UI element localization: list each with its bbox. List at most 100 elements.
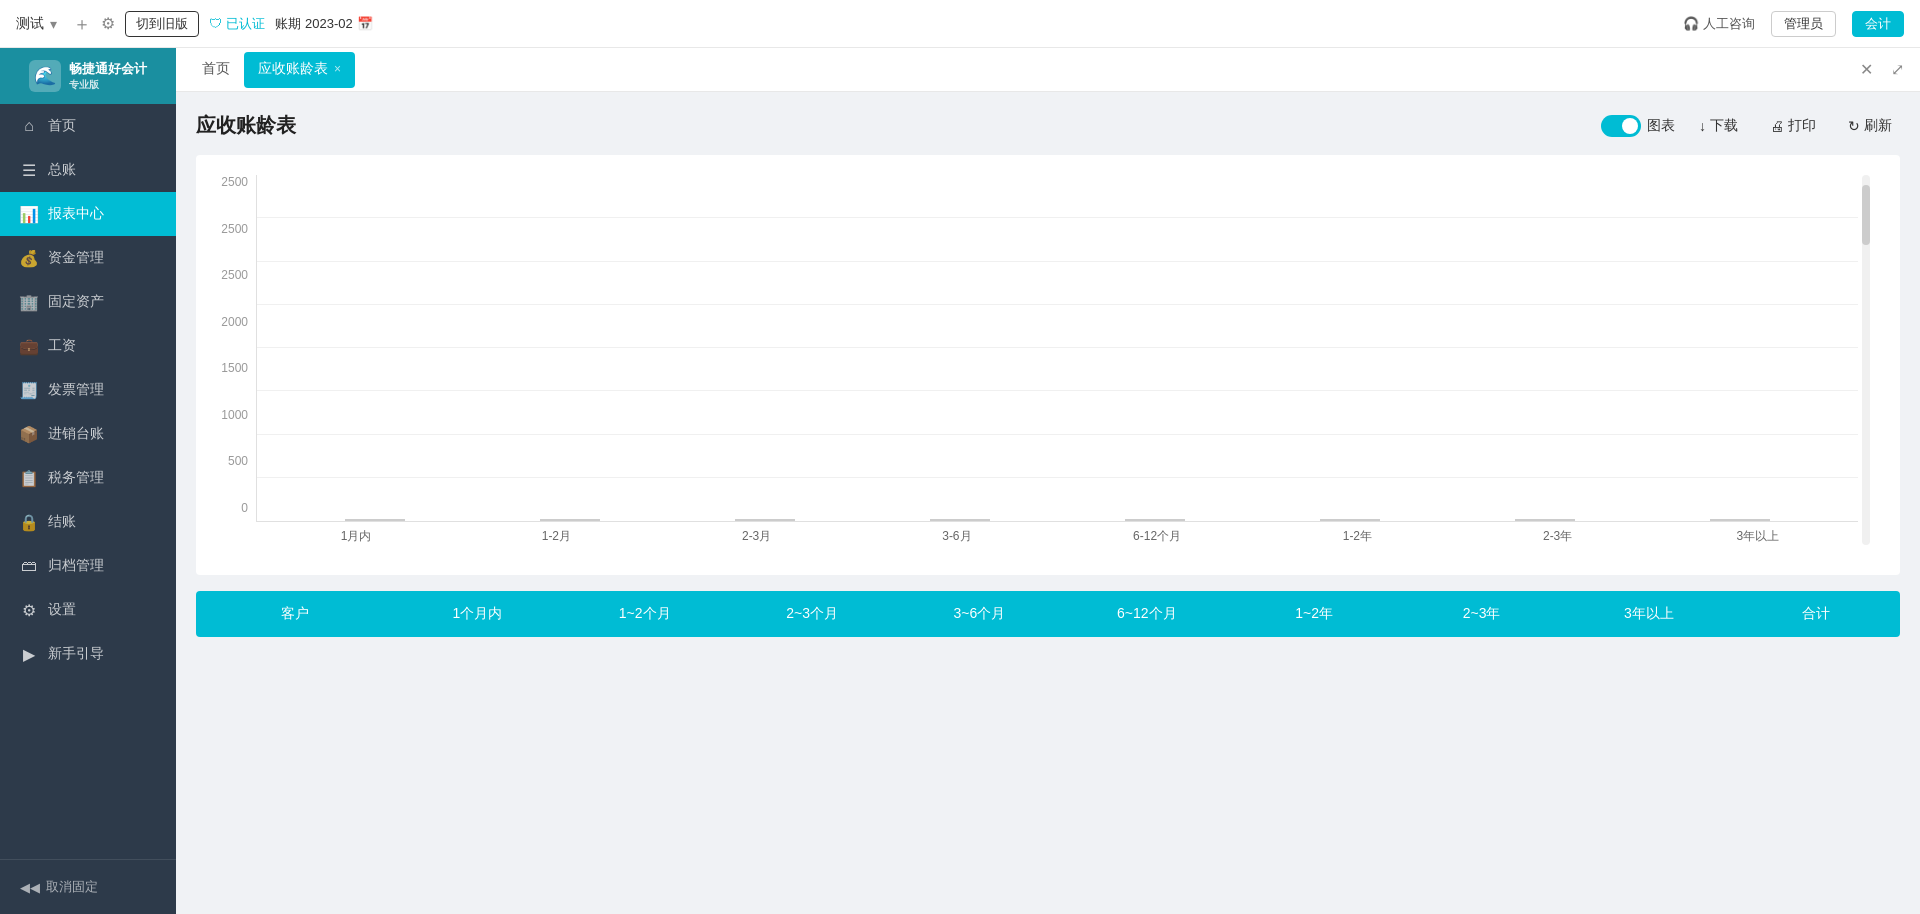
period-selector[interactable]: 账期 2023-02 📅 (275, 15, 373, 33)
accountant-button[interactable]: 会计 (1852, 11, 1904, 37)
sidebar-item-home[interactable]: ⌂ 首页 (0, 104, 176, 148)
sidebar-logo: 🌊 畅捷通好会计 专业版 (0, 48, 176, 104)
sidebar-item-label: 首页 (48, 117, 76, 135)
page-title: 应收账龄表 (196, 112, 296, 139)
sidebar-item-label: 税务管理 (48, 469, 104, 487)
chart-bar-group (1448, 519, 1643, 521)
table-header-cell: 3~6个月 (896, 591, 1063, 637)
guide-icon: ▶ (20, 645, 38, 663)
inventory-icon: 📦 (20, 425, 38, 443)
chart-bar (930, 519, 990, 521)
table-container: 客户1个月内1~2个月2~3个月3~6个月6~12个月1~2年2~3年3年以上合… (196, 591, 1900, 637)
tab-close-all-button[interactable]: ✕ (1856, 56, 1877, 83)
page-actions: 图表 ↓ 下载 🖨 打印 ↻ 刷新 (1601, 113, 1900, 139)
chart-bars-row (257, 175, 1858, 521)
y-label-0: 0 (241, 501, 248, 515)
unpin-button[interactable]: ◀◀ 取消固定 (0, 870, 176, 904)
sidebar-item-label: 进销台账 (48, 425, 104, 443)
sidebar-item-label: 总账 (48, 161, 76, 179)
chart-scrollbar-thumb[interactable] (1862, 185, 1870, 245)
y-label-2500-top: 2500 (221, 175, 248, 189)
refresh-icon: ↻ (1848, 118, 1860, 134)
tab-bar-right: ✕ ⤢ (1856, 56, 1908, 83)
workspace-selector[interactable]: 测试 ▾ (16, 15, 57, 33)
chart-x-label: 1-2年 (1257, 528, 1457, 545)
download-icon: ↓ (1699, 118, 1706, 134)
download-button[interactable]: ↓ 下载 (1691, 113, 1746, 139)
sidebar-item-assets[interactable]: 🏢 固定资产 (0, 280, 176, 324)
tab-home[interactable]: 首页 (188, 52, 244, 88)
workspace-dropdown-icon[interactable]: ▾ (50, 16, 57, 32)
sidebar-bottom: ◀◀ 取消固定 (0, 859, 176, 914)
chart-bar (345, 519, 405, 521)
main-layout: 🌊 畅捷通好会计 专业版 ⌂ 首页 ☰ 总账 📊 报表中心 💰 资金管理 (0, 48, 1920, 914)
logo-icon: 🌊 (29, 60, 61, 92)
tab-aging[interactable]: 应收账龄表 × (244, 52, 355, 88)
chart-bar (540, 519, 600, 521)
sidebar-item-settings[interactable]: ⚙ 设置 (0, 588, 176, 632)
chart-bar (1710, 519, 1770, 521)
tab-expand-button[interactable]: ⤢ (1887, 56, 1908, 83)
payroll-icon: 💼 (20, 337, 38, 355)
y-label-2500-3: 2500 (221, 268, 248, 282)
y-label-2000: 2000 (221, 315, 248, 329)
period-label: 账期 (275, 15, 301, 33)
add-icon[interactable]: ＋ (73, 12, 91, 36)
sidebar-item-invoice[interactable]: 🧾 发票管理 (0, 368, 176, 412)
sidebar-item-reports[interactable]: 📊 报表中心 (0, 192, 176, 236)
settings-icon[interactable]: ⚙ (101, 14, 115, 33)
sidebar-item-close[interactable]: 🔒 结账 (0, 500, 176, 544)
tab-close-icon[interactable]: × (334, 62, 341, 76)
page-header: 应收账龄表 图表 ↓ 下载 🖨 打印 ↻ (196, 112, 1900, 139)
sidebar-item-label: 工资 (48, 337, 76, 355)
chart-bar-group (667, 519, 862, 521)
funds-icon: 💰 (20, 249, 38, 267)
chart-bar (735, 519, 795, 521)
workspace-name: 测试 (16, 15, 44, 33)
y-label-500: 500 (228, 454, 248, 468)
archive-icon: 🗃 (20, 557, 38, 575)
sidebar-item-inventory[interactable]: 📦 进销台账 (0, 412, 176, 456)
switch-version-button[interactable]: 切到旧版 (125, 11, 199, 37)
table-header-cell: 1~2年 (1231, 591, 1398, 637)
sidebar-item-funds[interactable]: 💰 资金管理 (0, 236, 176, 280)
content-area: 首页 应收账龄表 × ✕ ⤢ 应收账龄表 图表 (176, 48, 1920, 914)
reports-icon: 📊 (20, 205, 38, 223)
chart-x-label: 1月内 (256, 528, 456, 545)
chart-x-label: 3-6月 (857, 528, 1057, 545)
sidebar: 🌊 畅捷通好会计 专业版 ⌂ 首页 ☰ 总账 📊 报表中心 💰 资金管理 (0, 48, 176, 914)
manager-button[interactable]: 管理员 (1771, 11, 1836, 37)
logo-text: 畅捷通好会计 专业版 (69, 60, 147, 92)
chart-container: 2500 2500 2500 2000 1500 1000 500 0 (196, 155, 1900, 575)
sidebar-item-label: 固定资产 (48, 293, 104, 311)
sidebar-item-payroll[interactable]: 💼 工资 (0, 324, 176, 368)
sidebar-item-ledger[interactable]: ☰ 总账 (0, 148, 176, 192)
chart-scrollbar[interactable] (1862, 175, 1870, 545)
headset-icon: 🎧 (1683, 16, 1699, 31)
chart-bar (1125, 519, 1185, 521)
refresh-button[interactable]: ↻ 刷新 (1840, 113, 1900, 139)
sidebar-item-tax[interactable]: 📋 税务管理 (0, 456, 176, 500)
sidebar-item-archive[interactable]: 🗃 归档管理 (0, 544, 176, 588)
calendar-icon[interactable]: 📅 (357, 16, 373, 31)
chart-y-axis: 2500 2500 2500 2000 1500 1000 500 0 (216, 175, 256, 545)
customer-service-button[interactable]: 🎧 人工咨询 (1683, 15, 1755, 33)
table-header-cell: 1个月内 (394, 591, 561, 637)
period-value: 2023-02 (305, 16, 353, 31)
certified-badge: 🛡 已认证 (209, 15, 265, 33)
page-content: 应收账龄表 图表 ↓ 下载 🖨 打印 ↻ (176, 92, 1920, 914)
pin-icon: ◀◀ (20, 880, 40, 895)
print-button[interactable]: 🖨 打印 (1762, 113, 1824, 139)
table-header-cell: 2~3年 (1398, 591, 1565, 637)
chart-body: 1月内1-2月2-3月3-6月6-12个月1-2年2-3年3年以上 (256, 175, 1858, 545)
chart-toggle[interactable] (1601, 115, 1641, 137)
sidebar-item-guide[interactable]: ▶ 新手引导 (0, 632, 176, 676)
print-icon: 🖨 (1770, 118, 1784, 134)
chart-bar-group (472, 519, 667, 521)
chart-bar-group (1643, 519, 1838, 521)
settings-nav-icon: ⚙ (20, 601, 38, 619)
assets-icon: 🏢 (20, 293, 38, 311)
chart-x-label: 2-3年 (1458, 528, 1658, 545)
y-label-2500-2: 2500 (221, 222, 248, 236)
tab-aging-label: 应收账龄表 (258, 60, 328, 78)
